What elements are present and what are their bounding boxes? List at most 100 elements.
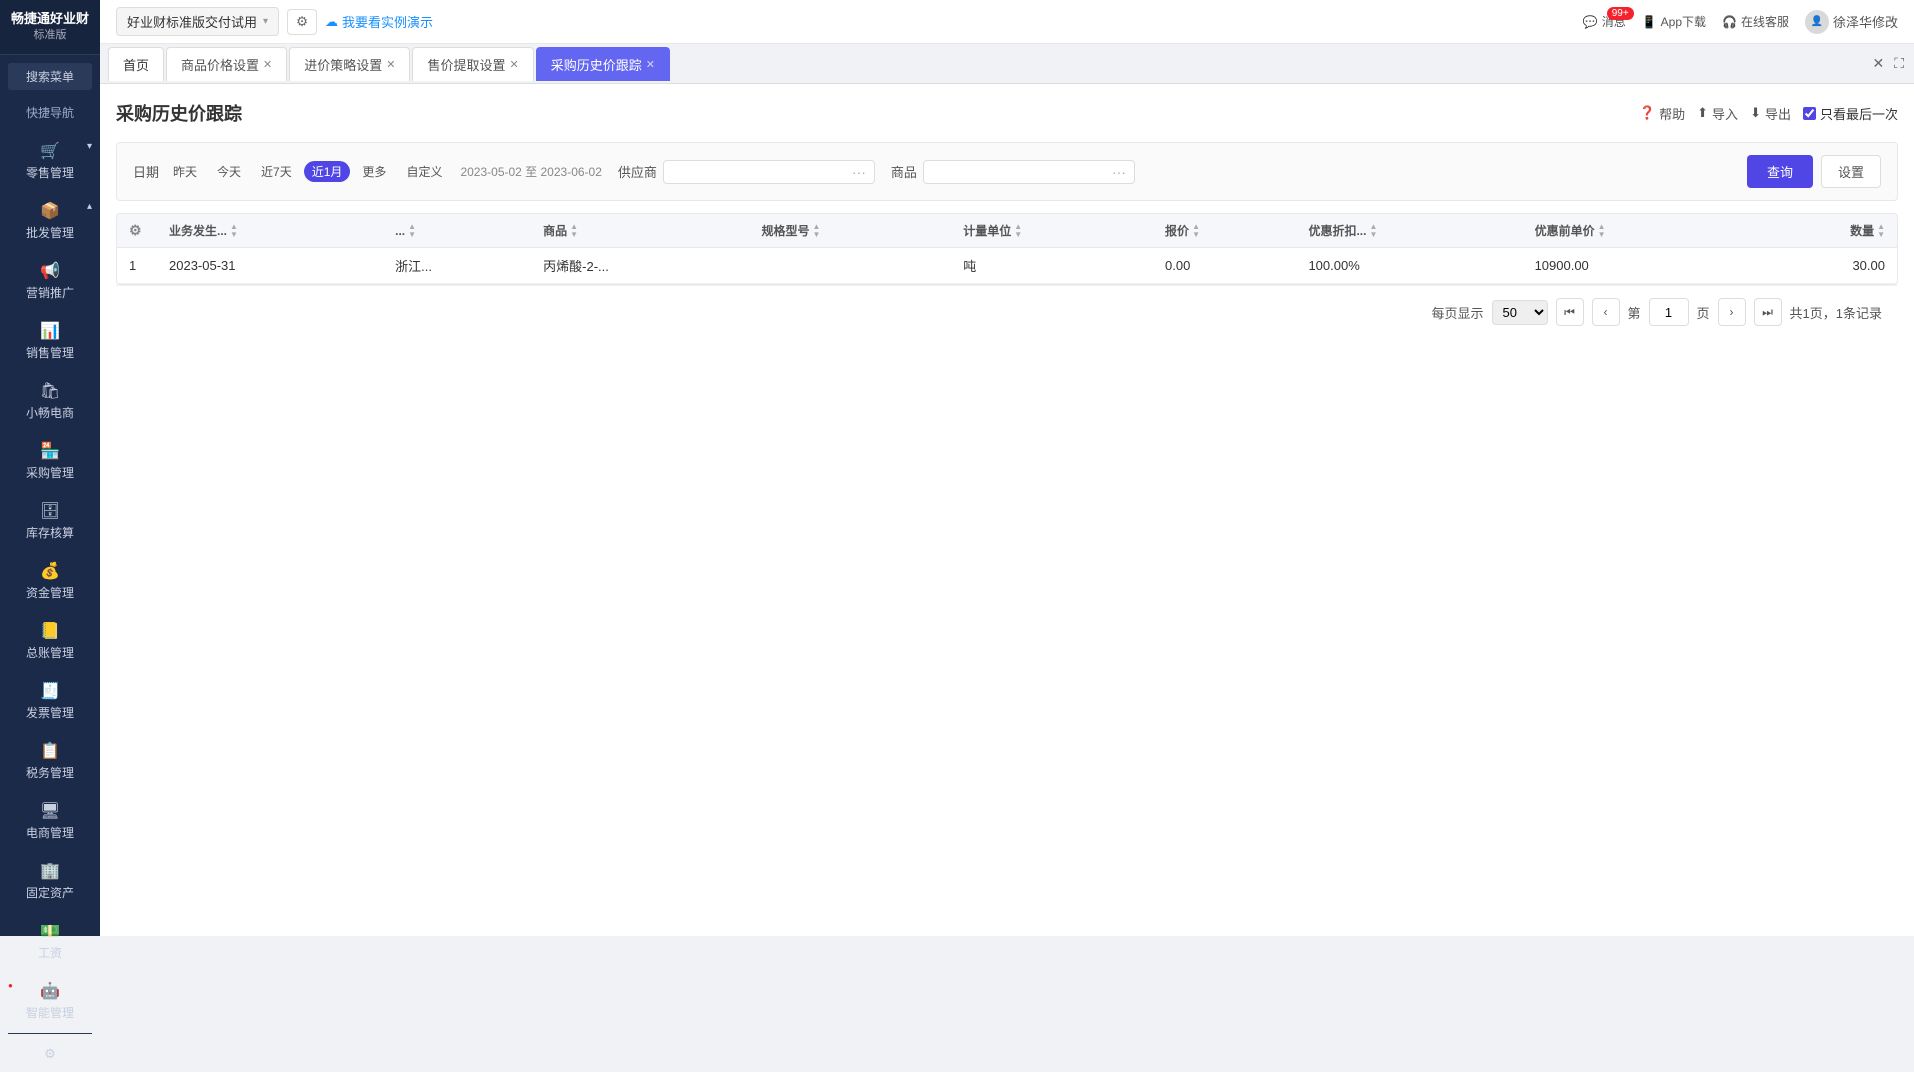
sort-icon-2: ▲▼ bbox=[408, 223, 416, 239]
only-last-checkbox-label[interactable]: 只看最后一次 bbox=[1803, 104, 1898, 123]
date-filter-label: 日期 bbox=[133, 162, 159, 181]
gear-icon[interactable]: ⚙ bbox=[129, 222, 142, 238]
finance-icon: 💰 bbox=[40, 561, 60, 581]
topbar-right: 💬 消息 99+ 📱 App下载 🎧 在线客服 👤 徐泽华修改 bbox=[1583, 10, 1898, 34]
page-input[interactable] bbox=[1649, 298, 1689, 326]
tab-purchase-strategy[interactable]: 进价策略设置 ✕ bbox=[289, 47, 410, 81]
col-discount[interactable]: 优惠折扣... ▲▼ bbox=[1296, 214, 1522, 248]
tab-product-price[interactable]: 商品价格设置 ✕ bbox=[166, 47, 287, 81]
sidebar-item-inventory[interactable]: 🗄 库存核算 bbox=[0, 491, 100, 551]
tab-purchase-history[interactable]: 采购历史价跟踪 ✕ bbox=[536, 47, 670, 81]
settings-button[interactable]: 设置 bbox=[1821, 155, 1881, 188]
sidebar-logo: 畅捷通好业财 标准版 bbox=[0, 0, 100, 55]
more-option[interactable]: 更多 bbox=[354, 161, 394, 182]
sort-icon: ▲▼ bbox=[230, 223, 238, 239]
col-before-discount[interactable]: 优惠前单价 ▲▼ bbox=[1523, 214, 1754, 248]
col-quantity[interactable]: 数量 ▲▼ bbox=[1754, 214, 1897, 248]
row-index: 1 bbox=[117, 248, 157, 284]
sidebar-item-ecommerce[interactable]: 🖥 电商管理 bbox=[0, 791, 100, 851]
last1month-option[interactable]: 近1月 bbox=[304, 161, 351, 182]
sort-icon-3: ▲▼ bbox=[570, 223, 578, 239]
row-discount: 100.00% bbox=[1296, 248, 1522, 284]
col-price[interactable]: 报价 ▲▼ bbox=[1153, 214, 1296, 248]
message-icon: 💬 bbox=[1583, 15, 1598, 29]
sidebar-settings-button[interactable]: ⚙ bbox=[0, 1036, 100, 1072]
export-button[interactable]: ⬇ 导出 bbox=[1750, 104, 1791, 123]
sidebar-item-wholesale[interactable]: 📦 批发管理 ▴ bbox=[0, 191, 100, 251]
product-price-tab-label: 商品价格设置 bbox=[181, 55, 259, 74]
tab-home[interactable]: 首页 bbox=[108, 47, 164, 81]
yesterday-option[interactable]: 昨天 bbox=[165, 161, 205, 182]
product-input-wrapper: ··· bbox=[923, 160, 1135, 184]
row-product: 丙烯酸-2-... bbox=[531, 248, 749, 284]
sidebar-item-general-ledger[interactable]: 📒 总账管理 bbox=[0, 611, 100, 671]
sidebar-item-tax[interactable]: 📋 税务管理 bbox=[0, 731, 100, 791]
col-settings[interactable]: ⚙ bbox=[117, 214, 157, 248]
sidebar-item-invoice[interactable]: 🧾 发票管理 bbox=[0, 671, 100, 731]
supplier-input[interactable] bbox=[672, 164, 848, 179]
data-table: ⚙ 业务发生... ▲▼ ... ▲▼ bbox=[116, 213, 1898, 285]
last7-option[interactable]: 近7天 bbox=[253, 161, 300, 182]
user-menu-button[interactable]: 👤 徐泽华修改 bbox=[1805, 10, 1898, 34]
only-last-checkbox[interactable] bbox=[1803, 107, 1816, 120]
col-product[interactable]: 商品 ▲▼ bbox=[531, 214, 749, 248]
sidebar-item-sales[interactable]: 📊 销售管理 bbox=[0, 311, 100, 371]
sidebar-item-ecommerce-light[interactable]: 🛍 小畅电商 bbox=[0, 371, 100, 431]
tab-sale-price[interactable]: 售价提取设置 ✕ bbox=[412, 47, 533, 81]
close-purchase-strategy-tab[interactable]: ✕ bbox=[386, 58, 395, 71]
supplier-label: 供应商 bbox=[618, 162, 657, 181]
sidebar-search-section[interactable]: 搜索菜单 bbox=[0, 55, 100, 98]
mobile-icon: 📱 bbox=[1642, 15, 1657, 29]
help-icon: ❓ bbox=[1639, 105, 1655, 121]
product-input[interactable] bbox=[932, 164, 1108, 179]
search-menu-button[interactable]: 搜索菜单 bbox=[8, 63, 92, 90]
demo-button[interactable]: ☁ 我要看实例演示 bbox=[325, 12, 433, 31]
app-download-button[interactable]: 📱 App下载 bbox=[1642, 13, 1706, 30]
close-all-tabs-button[interactable]: ✕ bbox=[1870, 53, 1886, 74]
row-before-discount: 10900.00 bbox=[1523, 248, 1754, 284]
per-page-select[interactable]: 20 50 100 bbox=[1492, 300, 1548, 325]
wholesale-arrow: ▴ bbox=[87, 201, 92, 212]
sidebar-item-purchase[interactable]: 🏪 采购管理 bbox=[0, 431, 100, 491]
version-selector[interactable]: 好业财标准版交付试用 ▾ bbox=[116, 7, 279, 36]
message-button[interactable]: 💬 消息 99+ bbox=[1583, 13, 1626, 30]
custom-option[interactable]: 自定义 bbox=[398, 161, 450, 182]
supplier-more-icon[interactable]: ··· bbox=[852, 164, 866, 180]
biz-date-sort: 业务发生... ▲▼ bbox=[169, 222, 371, 239]
close-product-price-tab[interactable]: ✕ bbox=[263, 58, 272, 71]
sidebar-item-assets[interactable]: 🏢 固定资产 bbox=[0, 851, 100, 911]
sidebar-item-retail[interactable]: 🛒 零售管理 ▾ bbox=[0, 131, 100, 191]
sidebar-item-finance[interactable]: 💰 资金管理 bbox=[0, 551, 100, 611]
first-page-button[interactable]: ⏮ bbox=[1556, 298, 1584, 326]
col-spec[interactable]: 规格型号 ▲▼ bbox=[749, 214, 951, 248]
topbar-gear-button[interactable]: ⚙ bbox=[287, 9, 317, 35]
query-button[interactable]: 查询 bbox=[1747, 155, 1813, 188]
sidebar-item-payroll[interactable]: 💵 工资 bbox=[0, 911, 100, 971]
product-more-icon[interactable]: ··· bbox=[1112, 164, 1126, 180]
last-page-button[interactable]: ⏭ bbox=[1754, 298, 1782, 326]
col-biz-date[interactable]: 业务发生... ▲▼ bbox=[157, 214, 383, 248]
close-sale-price-tab[interactable]: ✕ bbox=[510, 58, 519, 71]
col-more[interactable]: ... ▲▼ bbox=[383, 214, 531, 248]
prev-page-button[interactable]: ‹ bbox=[1592, 298, 1620, 326]
close-purchase-history-tab[interactable]: ✕ bbox=[646, 58, 655, 71]
quick-nav-button[interactable]: 快捷导航 bbox=[0, 98, 100, 127]
import-button[interactable]: ⬆ 导入 bbox=[1697, 104, 1738, 123]
page-title: 采购历史价跟踪 bbox=[116, 100, 242, 126]
sidebar-item-marketing[interactable]: 📢 营销推广 bbox=[0, 251, 100, 311]
today-option[interactable]: 今天 bbox=[209, 161, 249, 182]
topbar-left: 好业财标准版交付试用 ▾ ⚙ ☁ 我要看实例演示 bbox=[116, 7, 1583, 36]
row-spec bbox=[749, 248, 951, 284]
assets-icon: 🏢 bbox=[40, 861, 60, 881]
tabbar: 首页 商品价格设置 ✕ 进价策略设置 ✕ 售价提取设置 ✕ 采购历史价跟踪 ✕ … bbox=[100, 44, 1914, 84]
maximize-button[interactable]: ⛶ bbox=[1892, 53, 1906, 74]
sort-icon-6: ▲▼ bbox=[1192, 223, 1200, 239]
main-area: 好业财标准版交付试用 ▾ ⚙ ☁ 我要看实例演示 💬 消息 99+ 📱 App下… bbox=[100, 0, 1914, 936]
col-unit[interactable]: 计量单位 ▲▼ bbox=[951, 214, 1153, 248]
online-service-button[interactable]: 🎧 在线客服 bbox=[1722, 13, 1789, 30]
sidebar-item-smart[interactable]: 🤖 智能管理 bbox=[0, 971, 100, 1031]
help-button[interactable]: ❓ 帮助 bbox=[1639, 104, 1685, 123]
next-page-button[interactable]: › bbox=[1718, 298, 1746, 326]
marketing-icon: 📢 bbox=[40, 261, 60, 281]
import-icon: ⬆ bbox=[1697, 105, 1708, 121]
